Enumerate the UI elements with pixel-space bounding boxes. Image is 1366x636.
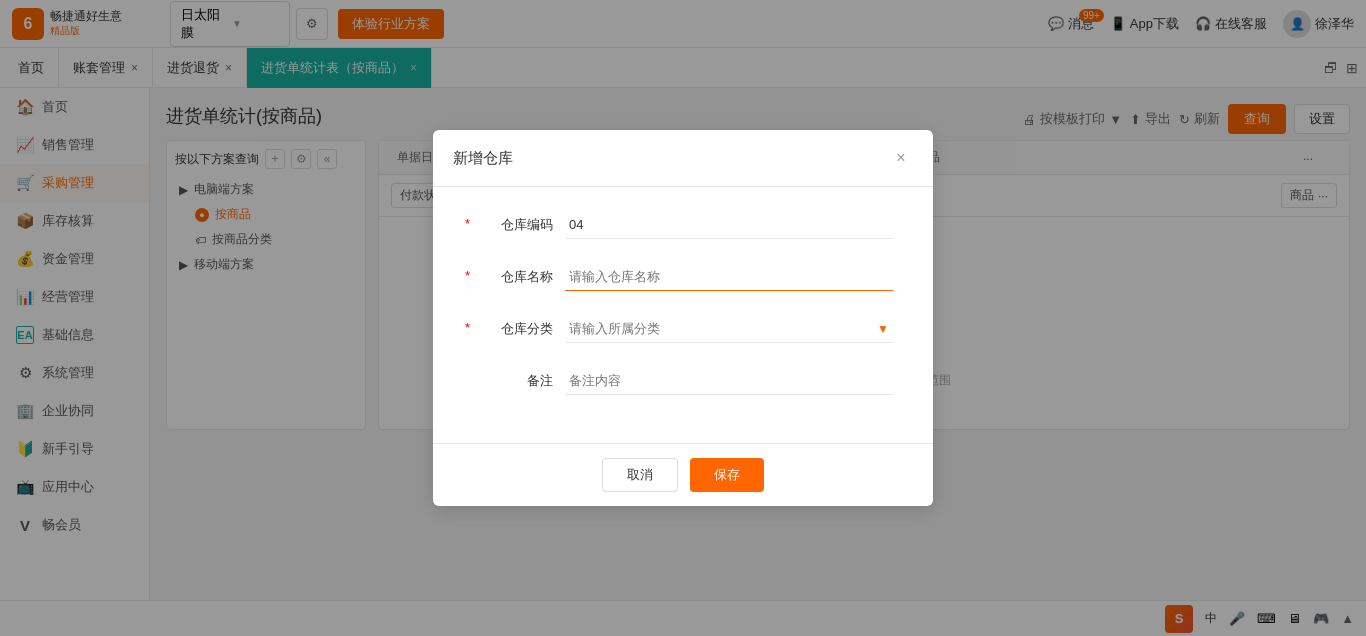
remark-label: 备注 [473,372,553,390]
code-label: 仓库编码 [473,216,553,234]
modal-close-button[interactable]: × [889,146,913,170]
form-row-name: 仓库名称 [473,263,893,291]
category-select-wrap[interactable]: ▼ [565,315,893,343]
modal-footer: 取消 保存 [433,443,933,506]
category-label: 仓库分类 [473,320,553,338]
cancel-button[interactable]: 取消 [602,458,678,492]
save-button[interactable]: 保存 [690,458,764,492]
modal-title: 新增仓库 [453,149,889,168]
modal-header: 新增仓库 × [433,130,933,187]
form-row-remark: 备注 [473,367,893,395]
remark-input[interactable] [565,367,893,395]
name-input[interactable] [565,263,893,291]
code-input[interactable] [565,211,893,239]
category-dropdown-arrow: ▼ [877,322,889,336]
form-row-code: 仓库编码 [473,211,893,239]
category-input[interactable] [569,321,877,336]
name-label: 仓库名称 [473,268,553,286]
modal-body: 仓库编码 仓库名称 仓库分类 ▼ 备注 [433,187,933,443]
form-row-category: 仓库分类 ▼ [473,315,893,343]
new-warehouse-modal: 新增仓库 × 仓库编码 仓库名称 仓库分类 ▼ 备注 [433,130,933,506]
modal-overlay[interactable]: 新增仓库 × 仓库编码 仓库名称 仓库分类 ▼ 备注 [0,0,1366,636]
